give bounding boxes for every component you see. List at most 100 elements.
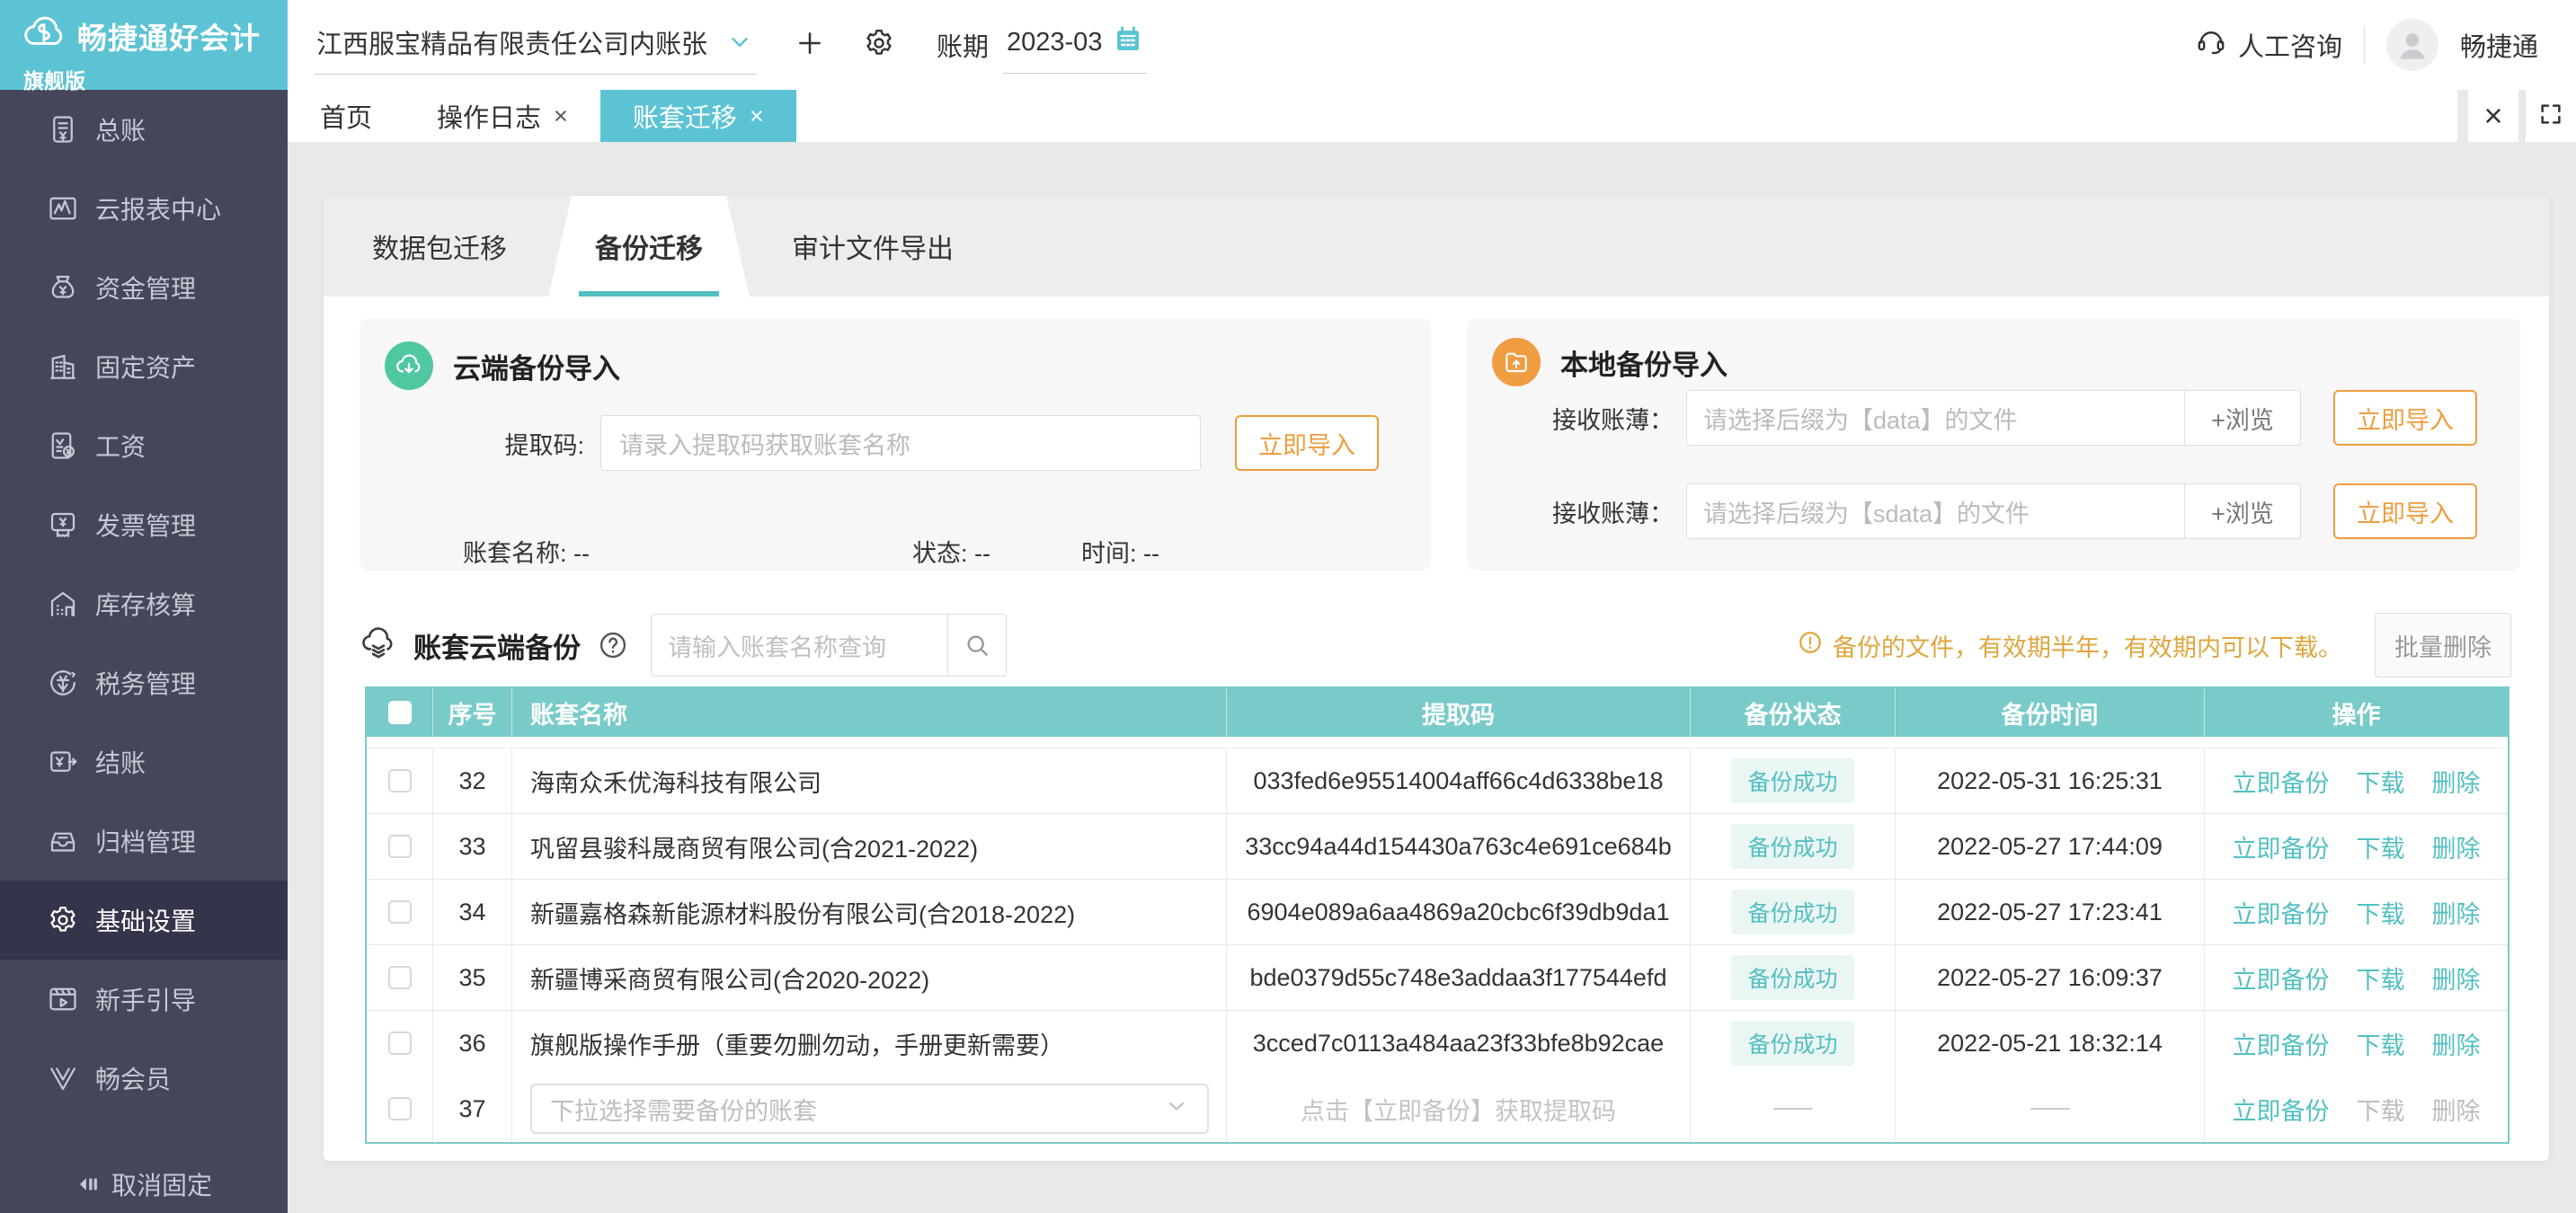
data-file-input[interactable]: 请选择后缀为【data】的文件 +浏览 xyxy=(1686,390,2301,446)
row-checkbox[interactable] xyxy=(387,769,412,792)
tab-2[interactable]: 操作日志 × xyxy=(404,90,600,142)
sidebar-collapse-button[interactable]: 取消固定 xyxy=(0,1166,288,1202)
username[interactable]: 畅捷通 xyxy=(2460,26,2538,64)
company-selector[interactable]: 江西服宝精品有限责任公司内账张 xyxy=(315,16,757,75)
delete-link: 删除 xyxy=(2431,1097,2481,1125)
backup-now-link[interactable]: 立即备份 xyxy=(2233,961,2330,996)
search-input[interactable]: 请输入账套名称查询 xyxy=(651,614,1007,677)
browse-button[interactable]: +浏览 xyxy=(2184,391,2300,445)
code-input[interactable]: 请录入提取码获取账套名称 xyxy=(600,415,1201,471)
account-settings-button[interactable] xyxy=(863,27,895,64)
sidebar-item-10[interactable]: 归档管理 xyxy=(0,801,288,881)
select-all-checkbox[interactable] xyxy=(387,701,412,724)
period-picker[interactable]: 2023-03 xyxy=(1003,17,1148,74)
empty-dash xyxy=(2030,1108,2070,1110)
calendar-icon xyxy=(1113,24,1143,62)
delete-link[interactable]: 删除 xyxy=(2432,1026,2481,1061)
cloud-import-button[interactable]: 立即导入 xyxy=(1235,415,1379,471)
browse-button[interactable]: +浏览 xyxy=(2184,484,2300,538)
period-label: 账期 xyxy=(937,33,990,62)
sidebar-item-2[interactable]: 云报表中心 xyxy=(0,169,288,248)
local-import-button-1[interactable]: 立即导入 xyxy=(2333,390,2477,446)
col-status: 备份状态 xyxy=(1691,688,1896,737)
sidebar-item-11[interactable]: 基础设置 xyxy=(0,881,288,960)
download-link[interactable]: 下载 xyxy=(2357,764,2405,799)
support-button[interactable]: 人工咨询 xyxy=(2195,25,2342,65)
delete-link[interactable]: 删除 xyxy=(2432,961,2481,996)
brand-logo: 畅捷通好会计 旗舰版 xyxy=(0,0,288,93)
download-link[interactable]: 下载 xyxy=(2357,829,2405,864)
help-icon[interactable] xyxy=(597,629,629,661)
close-icon: × xyxy=(2483,97,2503,134)
sidebar-item-label: 税务管理 xyxy=(95,670,197,698)
backup-now-link[interactable]: 立即备份 xyxy=(2233,764,2330,799)
status-meta: 状态: -- xyxy=(912,540,991,567)
status-badge: 备份成功 xyxy=(1731,824,1854,869)
cloud-download-icon xyxy=(385,341,433,390)
row-checkbox[interactable] xyxy=(387,1097,412,1120)
row-checkbox[interactable] xyxy=(387,835,412,858)
salary-icon xyxy=(47,429,79,462)
tab-bar: 首页 操作日志 × 账套迁移 × × xyxy=(288,90,2576,142)
sidebar-item-7[interactable]: 库存核算 xyxy=(0,564,288,643)
delete-link[interactable]: 删除 xyxy=(2432,895,2481,930)
delete-link[interactable]: 删除 xyxy=(2432,829,2481,864)
row-checkbox[interactable] xyxy=(387,900,412,924)
sidebar-item-3[interactable]: 资金管理 xyxy=(0,248,288,327)
cell-time: 2022-05-27 16:09:37 xyxy=(1896,945,2205,1010)
sidebar-item-1[interactable]: 总账 xyxy=(0,90,288,169)
add-account-set-button[interactable] xyxy=(795,28,825,63)
tab-3[interactable]: 账套迁移 × xyxy=(600,90,796,142)
backup-now-link[interactable]: 立即备份 xyxy=(2233,829,2330,864)
row-checkbox[interactable] xyxy=(387,1031,412,1055)
sdata-file-input[interactable]: 请选择后缀为【sdata】的文件 +浏览 xyxy=(1686,483,2301,539)
row-actions: 立即备份 下载 删除 xyxy=(2233,961,2481,996)
status-badge: 备份成功 xyxy=(1731,1021,1854,1066)
col-seq: 序号 xyxy=(433,688,512,737)
tab-close-icon[interactable]: × xyxy=(750,103,764,128)
tab-audit-file-export[interactable]: 审计文件导出 xyxy=(753,196,992,297)
chevron-down-icon xyxy=(726,29,753,56)
sidebar-item-12[interactable]: 新手引导 xyxy=(0,960,288,1039)
sidebar-item-9[interactable]: 结账 xyxy=(0,722,288,801)
delete-link[interactable]: 删除 xyxy=(2432,764,2481,799)
sidebar-item-label: 结账 xyxy=(95,749,147,777)
table-header: 序号 账套名称 提取码 备份状态 备份时间 操作 xyxy=(367,688,2508,737)
backup-now-link[interactable]: 立即备份 xyxy=(2233,1026,2330,1061)
download-link[interactable]: 下载 xyxy=(2357,895,2405,930)
fullscreen-button[interactable] xyxy=(2526,90,2576,142)
guide-video-icon xyxy=(47,983,79,1015)
accounting-period: 账期 2023-03 xyxy=(937,17,1148,74)
local-import-button-2[interactable]: 立即导入 xyxy=(2333,483,2477,539)
search-button[interactable] xyxy=(947,615,1006,676)
tab-1[interactable]: 首页 xyxy=(288,90,404,142)
sidebar-item-4[interactable]: 固定资产 xyxy=(0,327,288,406)
cell-seq: 34 xyxy=(433,880,512,944)
col-account-name: 账套名称 xyxy=(512,688,1227,737)
cell-time: 2022-05-27 17:44:09 xyxy=(1896,814,2205,879)
row-checkbox[interactable] xyxy=(387,966,412,989)
chevron-down-icon xyxy=(1164,1093,1189,1125)
download-link[interactable]: 下载 xyxy=(2357,1026,2405,1061)
sidebar-item-6[interactable]: 发票管理 xyxy=(0,485,288,564)
tab-close-icon[interactable]: × xyxy=(554,103,568,128)
sidebar-item-8[interactable]: 税务管理 xyxy=(0,643,288,722)
cell-account-name: 新疆博采商贸有限公司(合2020-2022) xyxy=(512,945,1227,1010)
cloud-import-card: 云端备份导入 提取码: 请录入提取码获取账套名称 立即导入 账套名称: -- 状… xyxy=(360,318,1431,571)
close-all-tabs-button[interactable]: × xyxy=(2468,90,2518,142)
cell-seq: 32 xyxy=(433,748,512,813)
cell-time: 2022-05-31 16:25:31 xyxy=(1896,748,2205,813)
batch-delete-button[interactable]: 批量删除 xyxy=(2375,613,2511,677)
tab-backup-migration[interactable]: 备份迁移 xyxy=(548,196,750,297)
sidebar-item-5[interactable]: 工资 xyxy=(0,406,288,485)
tab-data-package-migration[interactable]: 数据包迁移 xyxy=(338,196,541,297)
sidebar-item-13[interactable]: 畅会员 xyxy=(0,1039,288,1118)
avatar[interactable] xyxy=(2385,19,2438,71)
backup-now-link[interactable]: 立即备份 xyxy=(2233,895,2330,930)
download-link[interactable]: 下载 xyxy=(2357,961,2405,996)
cell-code: 033fed6e95514004aff66c4d6338be18 xyxy=(1227,748,1691,813)
backup-now-link[interactable]: 立即备份 xyxy=(2233,1092,2330,1127)
cell-time: 2022-05-21 18:32:14 xyxy=(1896,1011,2205,1076)
sidebar-item-label: 库存核算 xyxy=(95,591,197,619)
account-set-select[interactable]: 下拉选择需要备份的账套 xyxy=(530,1084,1209,1134)
